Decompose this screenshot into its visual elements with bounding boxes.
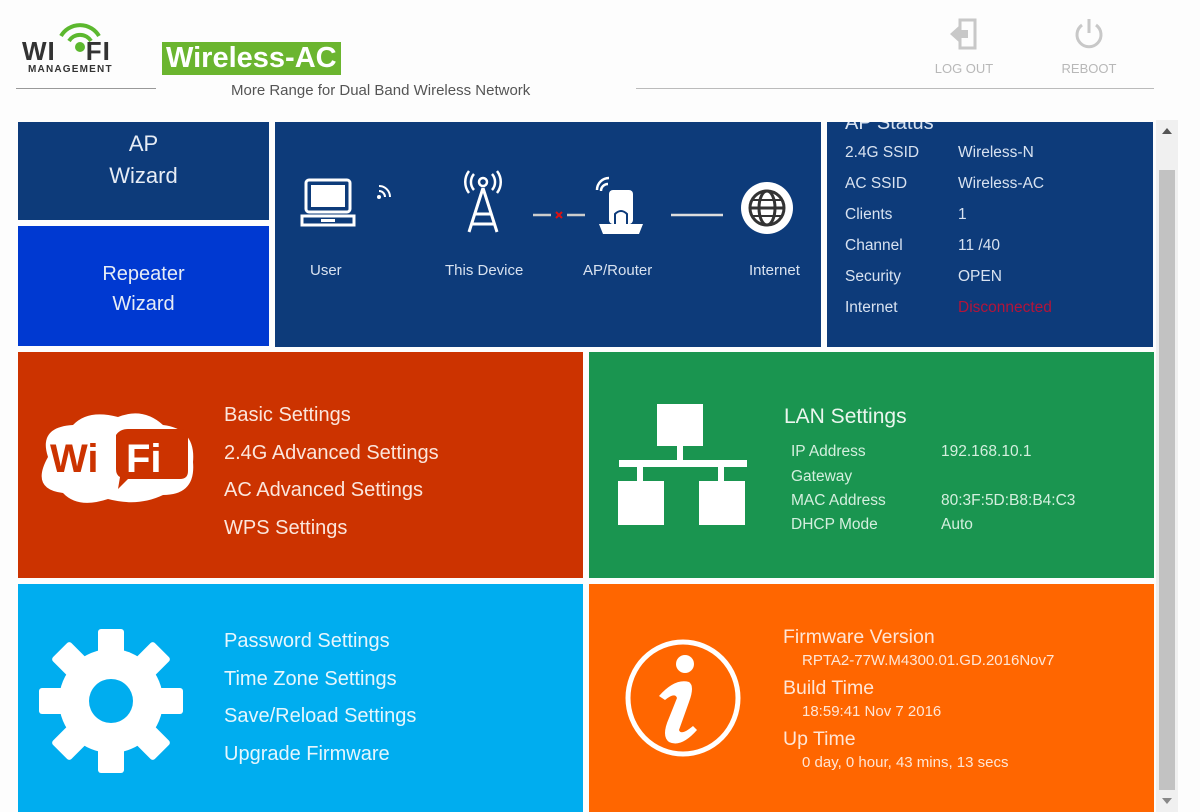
repeater-wizard-tile[interactable]: Repeater Wizard <box>18 226 269 346</box>
firmware-version-label: Firmware Version <box>783 626 935 648</box>
menu-wps-settings[interactable]: WPS Settings <box>224 510 439 548</box>
system-settings-tile: Password Settings Time Zone Settings Sav… <box>18 584 583 812</box>
svg-text:Wi: Wi <box>50 437 99 481</box>
logout-label: LOG OUT <box>934 61 994 76</box>
network-topology-icon <box>618 404 747 525</box>
svg-text:Fi: Fi <box>126 437 162 481</box>
firmware-version-value: RPTA2-77W.M4300.01.GD.2016Nov7 <box>802 652 1055 669</box>
header-divider-left <box>16 88 156 89</box>
repeater-wizard-line2: Wizard <box>112 293 175 315</box>
tagline: More Range for Dual Band Wireless Networ… <box>231 82 531 99</box>
wifi-logo-icon: Wi Fi <box>41 413 194 503</box>
laptop-icon <box>300 178 356 227</box>
logo-subtitle: MANAGEMENT <box>28 64 113 75</box>
header-divider-right <box>636 88 1154 89</box>
menu-password-settings[interactable]: Password Settings <box>224 623 416 661</box>
network-topology-panel: User This Device AP/Router Internet <box>275 122 821 347</box>
topology-label-internet: Internet <box>749 262 800 279</box>
brand-badge: Wireless-AC <box>162 42 341 75</box>
lan-settings-tile[interactable]: LAN Settings IP Address 192.168.10.1 Gat… <box>589 352 1154 578</box>
reboot-button[interactable]: REBOOT <box>1049 16 1129 76</box>
topology-label-ap-router: AP/Router <box>583 262 653 279</box>
ap-wizard-line1: AP <box>128 131 159 156</box>
ap-wizard-line2: Wizard <box>109 163 178 188</box>
wifi-menu: Basic Settings 2.4G Advanced Settings AC… <box>224 397 439 547</box>
menu-ac-advanced-settings[interactable]: AC Advanced Settings <box>224 472 439 510</box>
header: WI FI MANAGEMENT Wireless-AC More Range f… <box>0 0 1200 120</box>
system-menu: Password Settings Time Zone Settings Sav… <box>224 623 416 773</box>
topology-label-user: User <box>310 262 342 279</box>
scrollbar-thumb[interactable] <box>1159 170 1175 790</box>
disconnected-link-icon <box>533 211 585 219</box>
vertical-scrollbar[interactable] <box>1156 120 1178 812</box>
system-info-details: Firmware Version RPTA2-77W.M4300.01.GD.2… <box>783 624 1054 777</box>
build-time-value: 18:59:41 Nov 7 2016 <box>802 703 942 720</box>
menu-basic-settings[interactable]: Basic Settings <box>224 397 439 435</box>
wifi-management-logo: WI FI MANAGEMENT <box>22 14 134 78</box>
logo-fi: FI <box>85 36 111 66</box>
repeater-wizard-line1: Repeater <box>102 263 185 285</box>
topology-label-this-device: This Device <box>445 262 524 279</box>
scroll-down-arrow-icon[interactable] <box>1156 792 1178 812</box>
menu-upgrade-firmware[interactable]: Upgrade Firmware <box>224 736 416 774</box>
lan-settings-title: LAN Settings <box>784 405 907 428</box>
up-time-label: Up Time <box>783 728 856 750</box>
internet-status-value: Disconnected <box>958 299 1052 316</box>
globe-icon <box>741 182 793 234</box>
ap-status-title: AP Status <box>845 122 934 134</box>
gear-icon <box>39 629 183 773</box>
logout-icon <box>950 18 977 50</box>
system-info-tile: Firmware Version RPTA2-77W.M4300.01.GD.2… <box>589 584 1154 812</box>
connected-link-icon <box>671 213 723 217</box>
logout-button[interactable]: LOG OUT <box>924 16 1004 76</box>
menu-time-zone-settings[interactable]: Time Zone Settings <box>224 661 416 699</box>
signal-waves-icon <box>377 185 391 199</box>
wifi-settings-tile: Wi Fi Basic Settings 2.4G Advanced Setti… <box>18 352 583 578</box>
menu-24g-advanced-settings[interactable]: 2.4G Advanced Settings <box>224 435 439 473</box>
ap-status-panel: AP Status 2.4G SSID Wireless-N AC SSID W… <box>827 122 1153 347</box>
logo-wi: WI <box>22 36 56 66</box>
build-time-label: Build Time <box>783 677 875 699</box>
power-icon <box>1075 19 1103 49</box>
menu-save-reload-settings[interactable]: Save/Reload Settings <box>224 698 416 736</box>
reboot-label: REBOOT <box>1061 61 1117 76</box>
antenna-tower-icon <box>464 170 502 233</box>
router-icon <box>595 176 643 234</box>
up-time-value: 0 day, 0 hour, 43 mins, 13 secs <box>802 754 1009 771</box>
scroll-up-arrow-icon[interactable] <box>1156 120 1178 140</box>
info-icon <box>625 639 741 757</box>
ap-wizard-tile[interactable]: AP Wizard <box>18 122 269 220</box>
